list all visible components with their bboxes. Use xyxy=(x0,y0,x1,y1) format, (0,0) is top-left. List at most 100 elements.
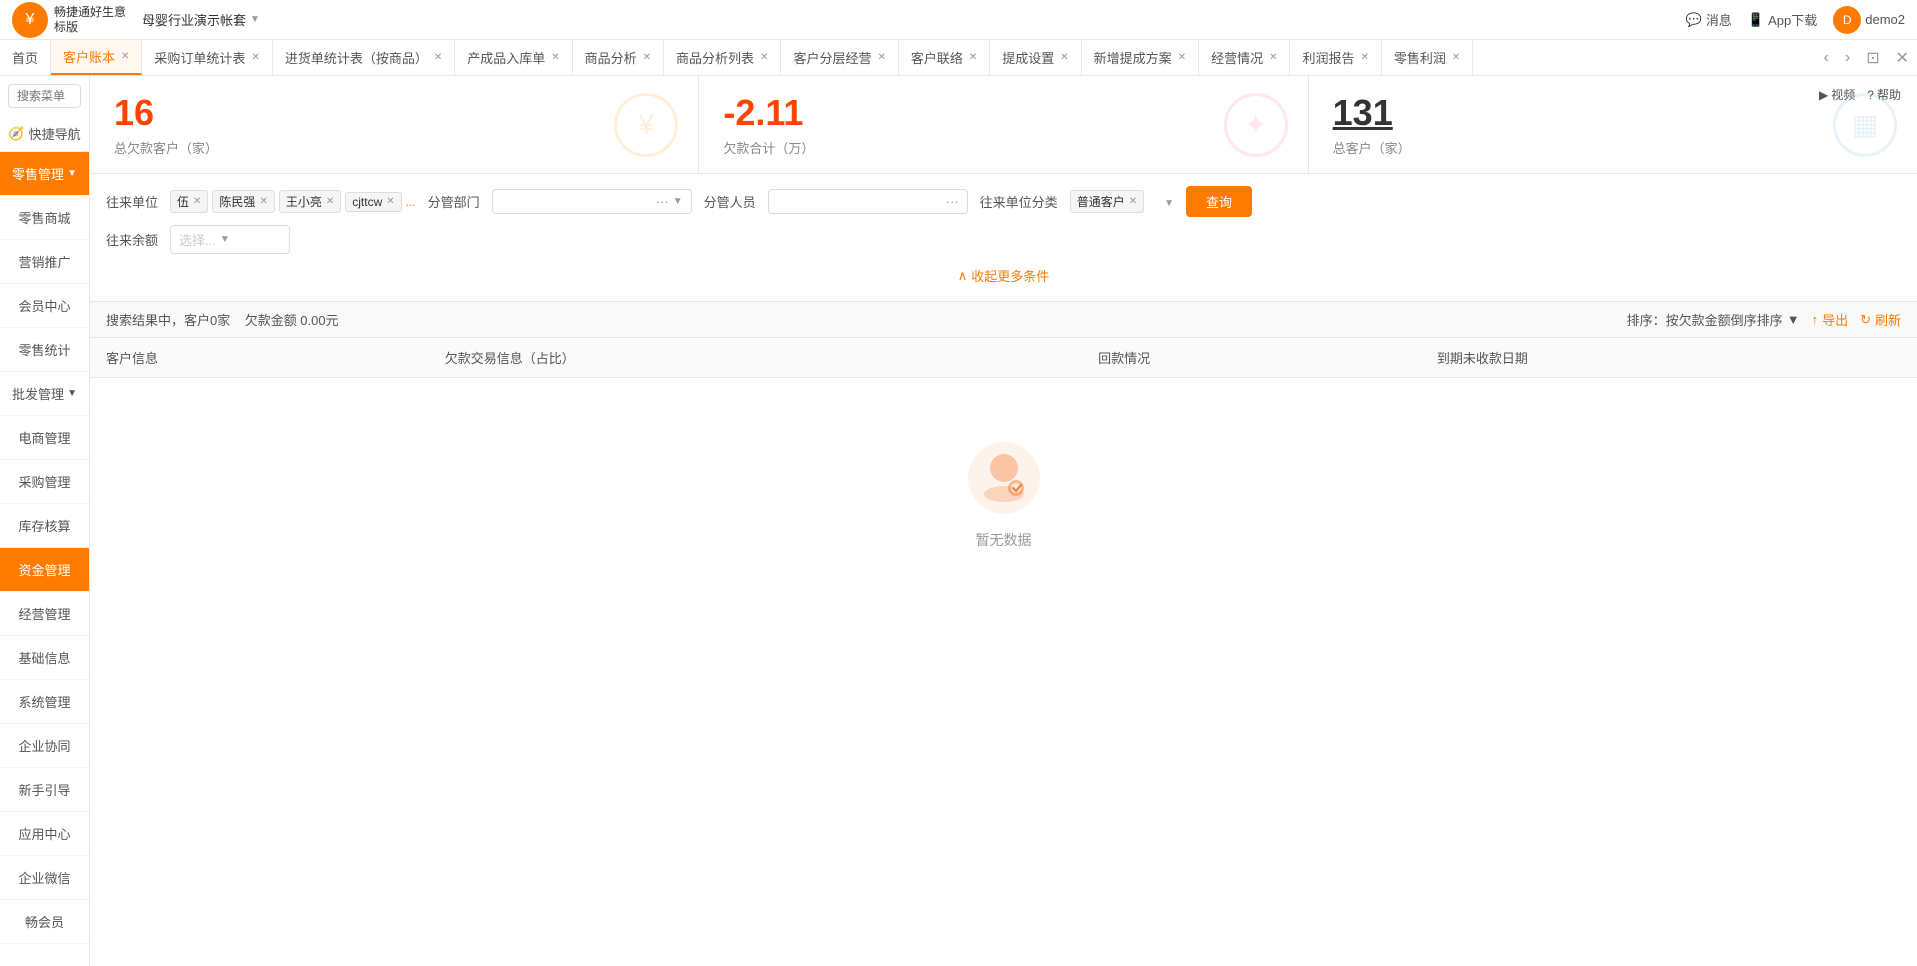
message-button[interactable]: 💬 消息 xyxy=(1686,10,1732,29)
tab-new-commission[interactable]: 新增提成方案 ✕ xyxy=(1082,40,1199,75)
sidebar-item-retail[interactable]: 零售管理 ▼ xyxy=(0,152,89,196)
video-button[interactable]: ▶ 视频 xyxy=(1819,86,1855,103)
sidebar-item-purchase[interactable]: 采购管理 xyxy=(0,460,89,504)
sidebar-quick-nav[interactable]: 🧭 快捷导航 xyxy=(0,116,89,152)
balance-filter-select[interactable]: 选择... ▼ xyxy=(170,225,290,254)
collapse-button[interactable]: ∧ 收起更多条件 xyxy=(958,266,1050,285)
remove-tag-cjttcw[interactable]: ✕ xyxy=(386,196,394,207)
close-icon[interactable]: ✕ xyxy=(1060,52,1068,63)
tab-goods-analysis[interactable]: 商品分析 ✕ xyxy=(573,40,664,75)
sidebar-item-marketing[interactable]: 营销推广 xyxy=(0,240,89,284)
close-icon[interactable]: ✕ xyxy=(1178,52,1186,63)
sidebar-item-retail-stats[interactable]: 零售统计 xyxy=(0,328,89,372)
tab-customer-tier[interactable]: 客户分层经营 ✕ xyxy=(781,40,898,75)
filter-tag-chen[interactable]: 陈民强 ✕ xyxy=(212,190,274,213)
close-icon[interactable]: ✕ xyxy=(760,52,768,63)
app-selector[interactable]: 母婴行业演示帐套 ▼ xyxy=(142,10,260,29)
close-icon[interactable]: ✕ xyxy=(434,52,442,63)
sidebar-item-finance[interactable]: 资金管理 xyxy=(0,548,89,592)
close-icon[interactable]: ✕ xyxy=(1361,52,1369,63)
manager-filter-dots[interactable]: ··· xyxy=(946,194,959,209)
tab-retail-profit[interactable]: 零售利润 ✕ xyxy=(1382,40,1473,75)
refresh-icon: ↻ xyxy=(1860,312,1871,328)
close-icon[interactable]: ✕ xyxy=(1269,52,1277,63)
unit-class-select[interactable]: ▼ xyxy=(1164,194,1174,209)
sidebar-item-member[interactable]: 会员中心 xyxy=(0,284,89,328)
stat-card-total-customers: 131 总客户（家） ▦ ▶ 视频 ? 帮助 xyxy=(1309,76,1917,173)
tab-customer-contact[interactable]: 客户联络 ✕ xyxy=(899,40,990,75)
remove-tag-normal[interactable]: ✕ xyxy=(1129,196,1137,207)
tab-profit-report[interactable]: 利润报告 ✕ xyxy=(1290,40,1381,75)
unit-class-tags: 普通客户 ✕ xyxy=(1070,190,1144,213)
remove-tag-chen[interactable]: ✕ xyxy=(259,196,267,207)
export-button[interactable]: ↑ 导出 xyxy=(1812,310,1849,329)
tab-next-button[interactable]: › xyxy=(1837,49,1858,67)
stat-label-total: 总客户（家） xyxy=(1333,138,1411,157)
tab-close-all-button[interactable]: ✕ xyxy=(1888,48,1917,68)
query-button[interactable]: 查询 xyxy=(1186,186,1252,217)
sidebar-item-inventory[interactable]: 库存核算 xyxy=(0,504,89,548)
stat-card-debt: -2.11 欠款合计（万） ✦ xyxy=(699,76,1308,173)
manager-filter-select[interactable]: ··· xyxy=(768,189,968,214)
tab-customer-account[interactable]: 客户账本 ✕ xyxy=(51,40,142,75)
compass-icon: 🧭 xyxy=(8,126,24,142)
tab-expand-button[interactable]: ⊡ xyxy=(1858,48,1887,68)
help-button[interactable]: ? 帮助 xyxy=(1867,86,1901,103)
close-icon[interactable]: ✕ xyxy=(877,52,885,63)
search-input[interactable] xyxy=(8,84,81,108)
stat-label-customers: 总欠款客户（家） xyxy=(114,138,218,157)
col-debt-info: 欠款交易信息（占比） xyxy=(429,338,1082,378)
tab-home[interactable]: 首页 xyxy=(0,40,51,75)
filter-row-2: 往来余额 选择... ▼ xyxy=(106,225,1901,254)
top-bar-left: ¥ 畅捷通好生意 标版 母婴行业演示帐套 ▼ xyxy=(12,2,260,38)
refresh-button[interactable]: ↻ 刷新 xyxy=(1860,310,1901,329)
stat-icon-debt: ✦ xyxy=(1224,93,1288,157)
sidebar-item-operations[interactable]: 经营管理 xyxy=(0,592,89,636)
sort-button[interactable]: 排序：按欠款金额倒序排序 ▼ xyxy=(1627,310,1800,329)
table-header-row: 客户信息 欠款交易信息（占比） 回款情况 到期未收款日期 xyxy=(90,338,1917,378)
filter-tag-normal-customer[interactable]: 普通客户 ✕ xyxy=(1070,190,1144,213)
tab-purchase-order[interactable]: 采购订单统计表 ✕ xyxy=(142,40,272,75)
diamond-icon: ✦ xyxy=(1224,93,1288,157)
tab-prev-button[interactable]: ‹ xyxy=(1816,49,1837,67)
filter-row-1: 往来单位 伍 ✕ 陈民强 ✕ 王小亮 ✕ cjttcw xyxy=(106,186,1901,217)
sidebar-item-enterprise[interactable]: 企业协同 xyxy=(0,724,89,768)
user-menu[interactable]: D demo2 xyxy=(1833,6,1905,34)
close-icon[interactable]: ✕ xyxy=(121,51,129,62)
sidebar-item-basic-info[interactable]: 基础信息 xyxy=(0,636,89,680)
dept-filter-select[interactable]: ··· ▼ xyxy=(492,189,692,214)
filter-tag-wang[interactable]: 王小亮 ✕ xyxy=(279,190,341,213)
col-customer-info: 客户信息 xyxy=(90,338,429,378)
sidebar-item-wholesale[interactable]: 批发管理 ▼ xyxy=(0,372,89,416)
close-icon[interactable]: ✕ xyxy=(969,52,977,63)
remove-tag-wang[interactable]: ✕ xyxy=(326,196,334,207)
sidebar-item-wechat[interactable]: 企业微信 xyxy=(0,856,89,900)
sidebar-item-ecommerce[interactable]: 电商管理 xyxy=(0,416,89,460)
tab-operations[interactable]: 经营情况 ✕ xyxy=(1199,40,1290,75)
close-icon[interactable]: ✕ xyxy=(251,52,259,63)
sidebar-item-system[interactable]: 系统管理 xyxy=(0,680,89,724)
sidebar-item-tutorial[interactable]: 新手引导 xyxy=(0,768,89,812)
chevron-down-icon: ▼ xyxy=(220,234,230,245)
filter-tag-wu[interactable]: 伍 ✕ xyxy=(170,190,208,213)
tab-stock-stats[interactable]: 进货单统计表（按商品） ✕ xyxy=(273,40,455,75)
dept-filter-dots[interactable]: ··· xyxy=(656,194,669,209)
stat-value-total: 131 xyxy=(1333,92,1411,134)
results-bar: 搜索结果中，客户0家 欠款金额 0.00元 排序：按欠款金额倒序排序 ▼ ↑ 导… xyxy=(90,302,1917,338)
remove-tag-wu[interactable]: ✕ xyxy=(193,196,201,207)
chevron-down-icon: ▼ xyxy=(67,168,77,179)
tab-production-in[interactable]: 产成品入库单 ✕ xyxy=(455,40,572,75)
results-info: 搜索结果中，客户0家 欠款金额 0.00元 xyxy=(106,310,339,329)
close-icon[interactable]: ✕ xyxy=(551,52,559,63)
sidebar-item-app-center[interactable]: 应用中心 xyxy=(0,812,89,856)
close-icon[interactable]: ✕ xyxy=(643,52,651,63)
close-icon[interactable]: ✕ xyxy=(1452,52,1460,63)
stat-card-customers: 16 总欠款客户（家） ¥ xyxy=(90,76,699,173)
tab-goods-analysis-list[interactable]: 商品分析列表 ✕ xyxy=(664,40,781,75)
sidebar-item-member2[interactable]: 畅会员 xyxy=(0,900,89,944)
sidebar-item-retail-mall[interactable]: 零售商城 xyxy=(0,196,89,240)
tab-commission-settings[interactable]: 提成设置 ✕ xyxy=(990,40,1081,75)
app-download-button[interactable]: 📱 App下载 xyxy=(1748,10,1817,29)
filter-tag-cjttcw[interactable]: cjttcw ✕ xyxy=(345,192,401,212)
filter-more-button[interactable]: ... xyxy=(406,195,416,209)
